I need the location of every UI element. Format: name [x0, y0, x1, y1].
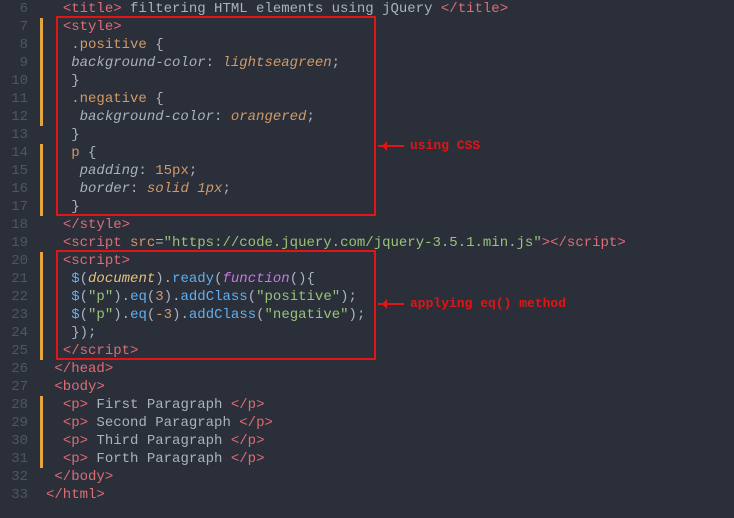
- code-line: 24 });: [0, 324, 734, 342]
- code-line: 29 <p> Second Paragraph </p>: [0, 414, 734, 432]
- code-line: 21 $(document).ready(function(){: [0, 270, 734, 288]
- code-line: 32 </body>: [0, 468, 734, 486]
- code-editor[interactable]: 6 <title> filtering HTML elements using …: [0, 0, 734, 504]
- code-line: 25 </script>: [0, 342, 734, 360]
- code-line: 33 </html>: [0, 486, 734, 504]
- code-line: 9 background-color: lightseagreen;: [0, 54, 734, 72]
- code-line: 20 <script>: [0, 252, 734, 270]
- code-line: 22 $("p").eq(3).addClass("positive");: [0, 288, 734, 306]
- code-line: 26 </head>: [0, 360, 734, 378]
- code-line: 7 <style>: [0, 18, 734, 36]
- code-line: 8 .positive {: [0, 36, 734, 54]
- code-line: 6 <title> filtering HTML elements using …: [0, 0, 734, 18]
- line-number: 6: [0, 0, 40, 18]
- code-line: 23 $("p").eq(-3).addClass("negative");: [0, 306, 734, 324]
- code-line: 16 border: solid 1px;: [0, 180, 734, 198]
- code-line: 18 </style>: [0, 216, 734, 234]
- code-line: 27 <body>: [0, 378, 734, 396]
- code-line: 19 <script src="https://code.jquery.com/…: [0, 234, 734, 252]
- code-line: 11 .negative {: [0, 90, 734, 108]
- code-line: 31 <p> Forth Paragraph </p>: [0, 450, 734, 468]
- code-line: 15 padding: 15px;: [0, 162, 734, 180]
- code-line: 30 <p> Third Paragraph </p>: [0, 432, 734, 450]
- code-line: 13 }: [0, 126, 734, 144]
- code-line: 10 }: [0, 72, 734, 90]
- code-line: 12 background-color: orangered;: [0, 108, 734, 126]
- code-line: 14 p {: [0, 144, 734, 162]
- code-line: 28 <p> First Paragraph </p>: [0, 396, 734, 414]
- code-line: 17 }: [0, 198, 734, 216]
